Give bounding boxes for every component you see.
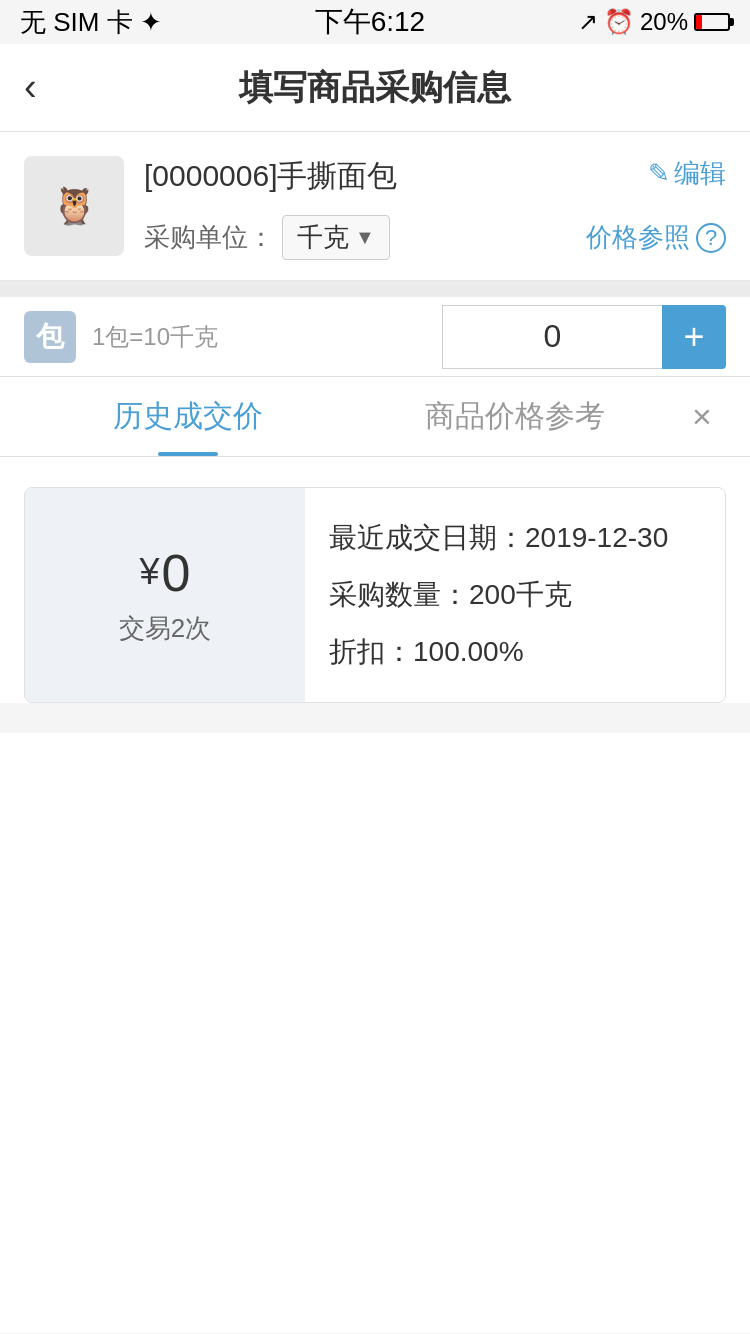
qty-unit-note: 1包=10千克	[92, 321, 218, 353]
quantity-input[interactable]	[442, 305, 662, 369]
product-thumbnail: 🦉	[24, 156, 124, 256]
status-right: ↗ ⏰ 20%	[578, 8, 730, 36]
location-icon: ↗	[578, 8, 598, 36]
unit-selector[interactable]: 千克 ▼	[282, 215, 390, 260]
tabs-panel: 历史成交价 商品价格参考 × ¥ 0 交易2次 最近成交日期：2019-12-3…	[0, 377, 750, 703]
quantity-row: 包 1包=10千克 +	[0, 297, 750, 377]
qty-unit-box: 包	[24, 311, 76, 363]
unit-value: 千克	[297, 220, 349, 255]
unit-label: 采购单位：	[144, 220, 274, 255]
alarm-icon: ⏰	[604, 8, 634, 36]
history-right: 最近成交日期：2019-12-30 采购数量：200千克 折扣：100.00%	[305, 488, 725, 702]
product-name: [0000006]手撕面包	[144, 156, 397, 197]
page-title: 填写商品采购信息	[239, 65, 511, 111]
edit-icon: ✎	[648, 158, 670, 189]
help-circle-icon: ?	[696, 223, 726, 253]
edit-button[interactable]: ✎ 编辑	[648, 156, 726, 191]
tabs-header: 历史成交价 商品价格参考 ×	[0, 377, 750, 457]
nav-bar: ‹ 填写商品采购信息	[0, 44, 750, 132]
history-left: ¥ 0 交易2次	[25, 488, 305, 702]
product-thumb-icon: 🦉	[52, 185, 97, 227]
section-divider	[0, 281, 750, 297]
battery-percent: 20%	[640, 8, 688, 36]
history-card: ¥ 0 交易2次 最近成交日期：2019-12-30 采购数量：200千克 折扣…	[24, 487, 726, 703]
history-transaction-count: 交易2次	[119, 611, 211, 646]
tab-close-button[interactable]: ×	[678, 393, 726, 441]
unit-label-group: 采购单位： 千克 ▼	[144, 215, 390, 260]
page-rest	[0, 733, 750, 1333]
history-recent-date: 最近成交日期：2019-12-30	[329, 518, 701, 557]
history-price: ¥ 0	[140, 543, 191, 603]
history-qty: 采购数量：200千克	[329, 575, 701, 614]
price-value: 0	[162, 543, 191, 603]
qty-plus-button[interactable]: +	[662, 305, 726, 369]
tab-history-price[interactable]: 历史成交价	[24, 377, 351, 456]
history-discount: 折扣：100.00%	[329, 632, 701, 671]
status-left: 无 SIM 卡 ✦	[20, 5, 162, 40]
product-top-row: [0000006]手撕面包 ✎ 编辑	[144, 156, 726, 197]
product-card: 🦉 [0000006]手撕面包 ✎ 编辑 采购单位： 千克 ▼ 价格参照 ?	[0, 132, 750, 281]
status-time: 下午6:12	[315, 3, 426, 41]
battery-icon	[694, 13, 730, 31]
currency-symbol: ¥	[140, 551, 160, 593]
product-info: [0000006]手撕面包 ✎ 编辑 采购单位： 千克 ▼ 价格参照 ?	[144, 156, 726, 260]
back-button[interactable]: ‹	[24, 66, 37, 109]
tab-product-price-ref[interactable]: 商品价格参考	[351, 377, 678, 456]
price-reference-button[interactable]: 价格参照 ?	[586, 220, 726, 255]
status-bar: 无 SIM 卡 ✦ 下午6:12 ↗ ⏰ 20%	[0, 0, 750, 44]
dropdown-arrow-icon: ▼	[355, 226, 375, 249]
qty-unit-info: 包 1包=10千克	[24, 311, 218, 363]
product-unit-row: 采购单位： 千克 ▼ 价格参照 ?	[144, 215, 726, 260]
qty-controls: +	[442, 305, 726, 369]
